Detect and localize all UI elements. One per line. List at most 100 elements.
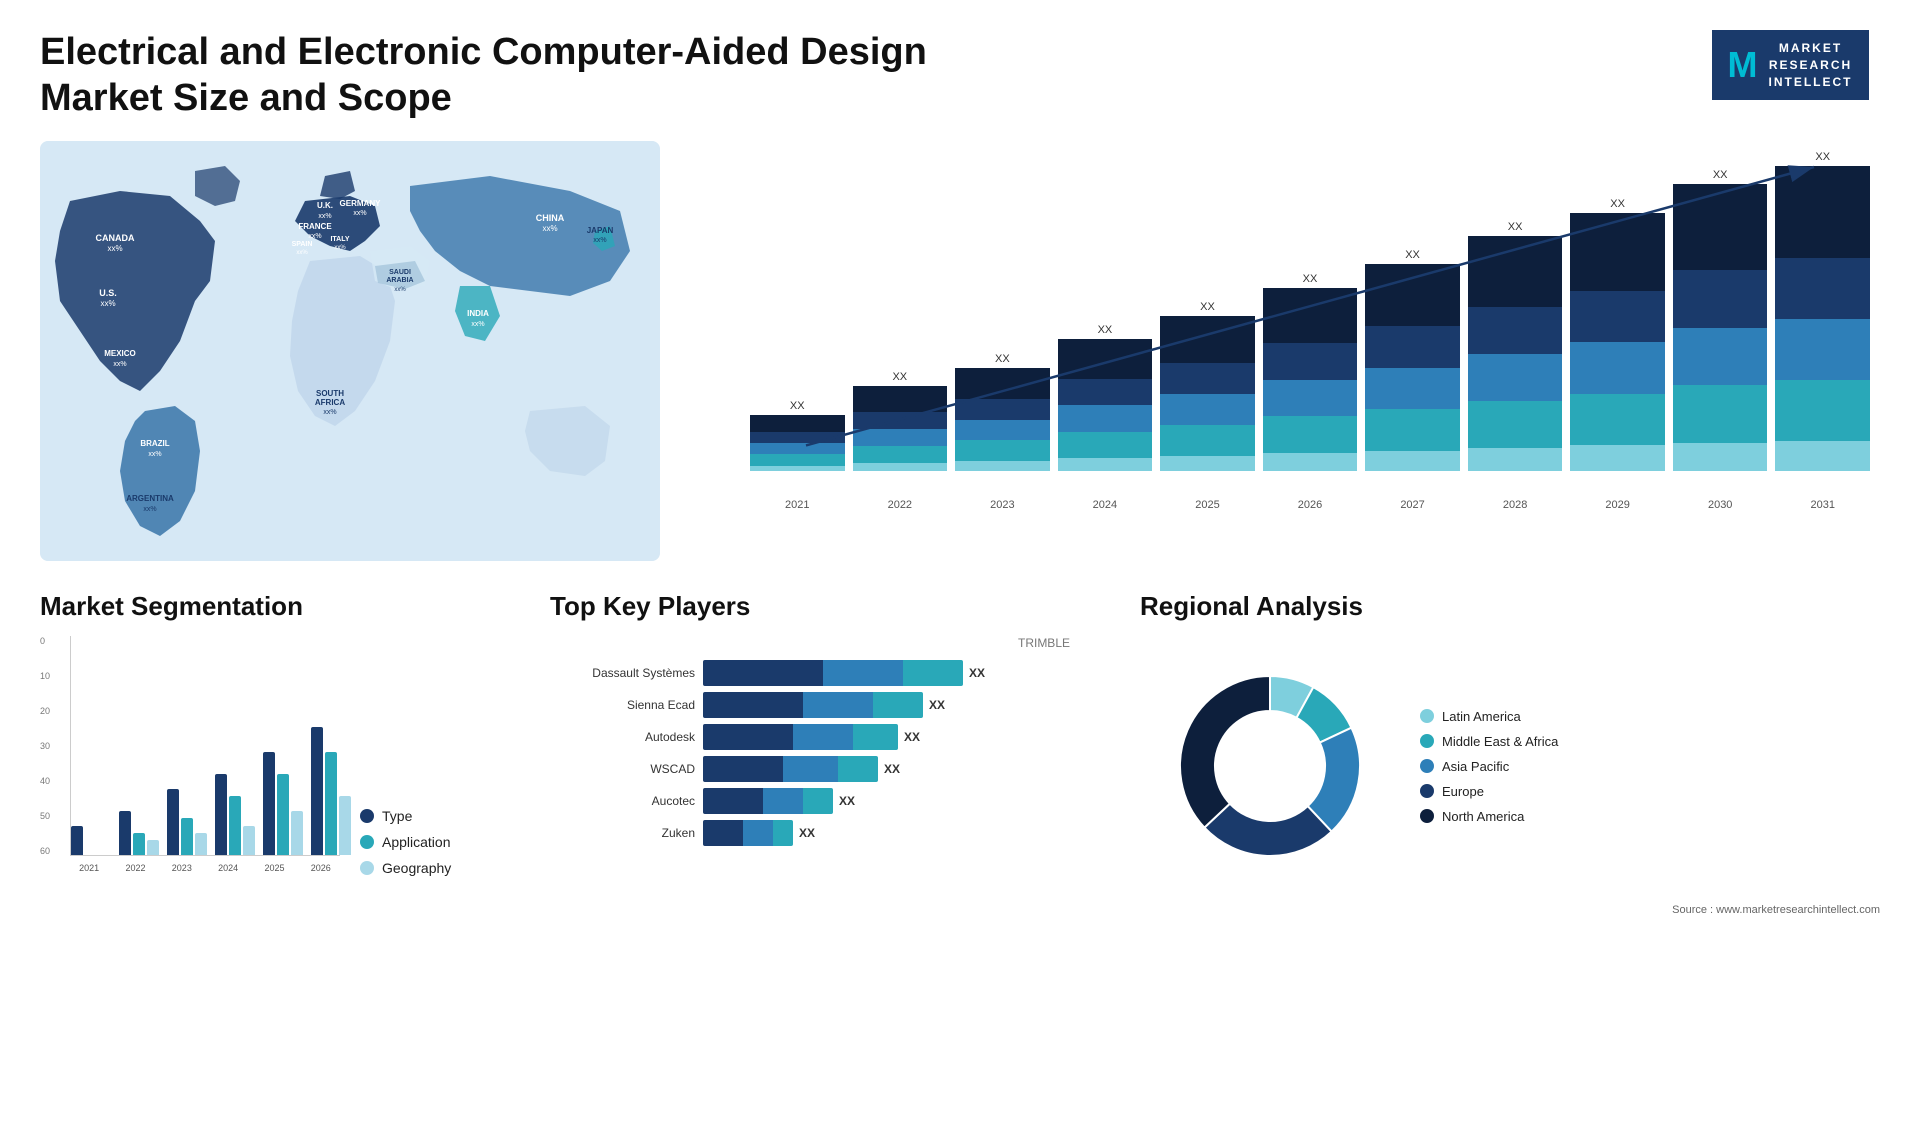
donut-legend-dot [1420,784,1434,798]
bar-chart-area: XXXXXXXXXXXXXXXXXXXXXX 20212022202320242… [730,151,1870,511]
donut-area: Latin America Middle East & Africa Asia Pa… [1140,636,1880,896]
player-bar-segment [703,660,823,686]
player-bar-bg [703,756,878,782]
player-bar-wrap: XX [703,660,1110,686]
seg-legend-item: Application [360,834,451,850]
x-axis-labels: 2021202220232024202520262027202820292030… [750,495,1870,511]
seg-bar [277,774,289,855]
seg-bar [263,752,275,855]
bar-x-label-2029: 2029 [1570,495,1665,511]
seg-legend-item: Type [360,808,451,824]
bar-x-label-2030: 2030 [1673,495,1768,511]
svg-text:U.K.: U.K. [317,201,333,210]
bar-x-label-2024: 2024 [1058,495,1153,511]
svg-text:xx%: xx% [308,233,321,240]
legend-dot [360,835,374,849]
player-bar-label: XX [884,762,900,776]
seg-legend-item: Geography [360,860,451,876]
bar-x-label-2031: 2031 [1775,495,1870,511]
seg-bar-group-2025 [263,752,303,855]
donut-legend-label: Asia Pacific [1442,759,1509,774]
players-title: Top Key Players [550,591,1110,622]
seg-bar [119,811,131,855]
seg-legend: Type Application Geography [360,808,451,896]
regional-title: Regional Analysis [1140,591,1880,622]
segmentation-section: Market Segmentation 6050403020100 202120… [40,591,520,916]
donut-legend-dot [1420,734,1434,748]
player-bar-bg [703,692,923,718]
donut-legend-item: Asia Pacific [1420,759,1558,774]
world-map: CANADA xx% U.S. xx% MEXICO xx% BRAZIL xx… [40,141,660,561]
player-bar-bg [703,660,963,686]
svg-text:xx%: xx% [334,245,346,251]
svg-text:MEXICO: MEXICO [104,349,136,358]
player-bar-segment [873,692,923,718]
player-bar-segment [773,820,793,846]
segmentation-title: Market Segmentation [40,591,520,622]
seg-bar [133,833,145,855]
seg-bar-group-2026 [311,727,351,855]
svg-text:xx%: xx% [593,237,606,244]
donut-legend-dot [1420,809,1434,823]
seg-bar [339,796,351,855]
player-row: Dassault SystèmesXX [550,660,1110,686]
source-text: Source : www.marketresearchintellect.com [1140,904,1880,916]
seg-bar [147,840,159,855]
player-bar-segment [703,724,793,750]
player-bar-label: XX [929,698,945,712]
donut-legend-item: North America [1420,809,1558,824]
seg-bar [71,826,83,855]
svg-text:ITALY: ITALY [330,236,349,243]
bar-x-label-2022: 2022 [853,495,948,511]
donut-legend-item: Europe [1420,784,1558,799]
player-bar-segment [743,820,773,846]
svg-text:JAPAN: JAPAN [587,226,614,235]
bottom-section: Market Segmentation 6050403020100 202120… [40,591,1880,916]
svg-text:BRAZIL: BRAZIL [140,439,169,448]
player-bar-label: XX [799,826,815,840]
seg-bar-group-2022 [119,811,159,855]
donut-legend-item: Latin America [1420,709,1558,724]
player-row: AutodeskXX [550,724,1110,750]
svg-text:U.S.: U.S. [99,288,117,298]
svg-text:GERMANY: GERMANY [340,199,382,208]
donut-legend-label: North America [1442,809,1524,824]
svg-text:xx%: xx% [107,244,122,253]
player-row: Sienna EcadXX [550,692,1110,718]
donut-legend-dot [1420,759,1434,773]
player-bar-segment [823,660,903,686]
logo-box: M MARKET RESEARCH INTELLECT [1712,30,1869,100]
svg-text:ARABIA: ARABIA [386,277,413,284]
donut-legend-label: Europe [1442,784,1484,799]
svg-text:AFRICA: AFRICA [315,398,345,407]
donut-chart [1140,636,1400,896]
player-bar-segment [853,724,898,750]
players-header-note: TRIMBLE [550,636,1070,650]
player-row: ZukenXX [550,820,1110,846]
logo-area: M MARKET RESEARCH INTELLECT [1700,30,1880,100]
svg-text:xx%: xx% [542,224,557,233]
player-name: WSCAD [550,762,695,776]
player-bar-segment [703,820,743,846]
bar-x-label-2026: 2026 [1263,495,1358,511]
player-bar-segment [783,756,838,782]
player-bar-segment [763,788,803,814]
player-bar-segment [703,788,763,814]
svg-text:INDIA: INDIA [467,309,489,318]
seg-bar [311,727,323,855]
top-section: CANADA xx% U.S. xx% MEXICO xx% BRAZIL xx… [40,141,1880,561]
bar-x-label-2025: 2025 [1160,495,1255,511]
bar-x-label-2028: 2028 [1468,495,1563,511]
player-bar-segment [838,756,878,782]
donut-legend-label: Latin America [1442,709,1521,724]
player-bar-segment [803,788,833,814]
donut-segment [1204,804,1331,856]
player-bar-wrap: XX [703,756,1110,782]
donut-legend-label: Middle East & Africa [1442,734,1558,749]
svg-text:xx%: xx% [323,409,336,416]
player-name: Aucotec [550,794,695,808]
bar-x-label-2027: 2027 [1365,495,1460,511]
svg-text:SOUTH: SOUTH [316,389,344,398]
player-bar-segment [703,692,803,718]
svg-text:CHINA: CHINA [536,213,565,223]
